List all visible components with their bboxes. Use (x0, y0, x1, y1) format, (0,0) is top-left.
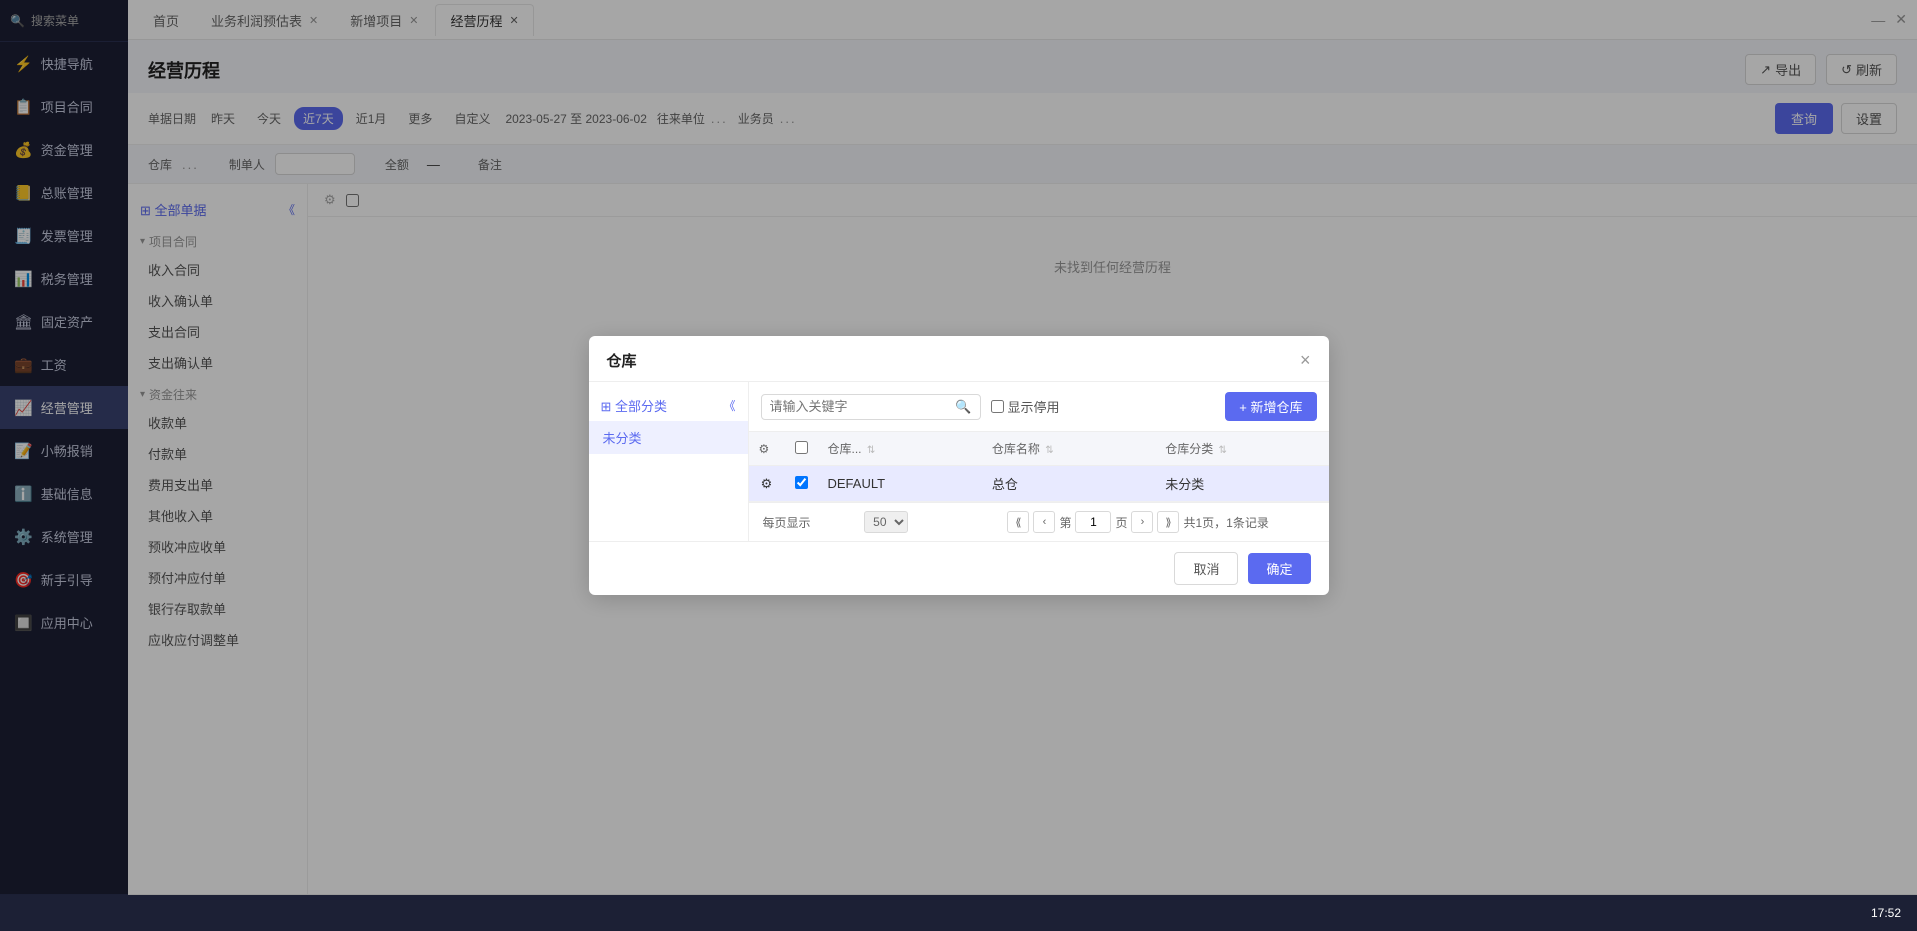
modal-prev-page[interactable]: ‹ (1033, 511, 1055, 533)
modal-close-button[interactable]: × (1300, 350, 1311, 371)
modal-last-page[interactable]: ⟫ (1157, 511, 1179, 533)
modal-page-input[interactable] (1075, 511, 1111, 533)
modal-next-page[interactable]: › (1131, 511, 1153, 533)
modal-per-page-label: 每页显示 (763, 514, 811, 531)
modal-page-label: 第 (1059, 514, 1071, 531)
modal-overlay: 仓库 × ⊞ 全部分类 《 未分类 (0, 0, 1917, 931)
modal-left-header[interactable]: ⊞ 全部分类 《 (589, 390, 748, 421)
col-checkbox-header (785, 432, 818, 466)
warehouse-modal: 仓库 × ⊞ 全部分类 《 未分类 (589, 336, 1329, 595)
sort-icon-name[interactable]: ⇅ (1045, 445, 1053, 456)
modal-page-suffix: 页 (1115, 514, 1127, 531)
modal-search-icon: 🔍 (955, 399, 971, 415)
settings-icon-th: ⚙ (759, 442, 770, 456)
modal-search-bar: 🔍 显示停用 + 新增仓库 (749, 382, 1329, 432)
row-settings-0[interactable]: ⚙ (749, 466, 785, 502)
row-settings-icon-0: ⚙ (761, 476, 773, 491)
row-check-0[interactable] (795, 476, 808, 489)
modal-footer: 取消 确定 (589, 541, 1329, 595)
modal-uncategorized-item[interactable]: 未分类 (589, 421, 748, 454)
row-name-0: 总仓 (982, 466, 1155, 502)
sort-icon-code[interactable]: ⇅ (867, 445, 875, 456)
modal-first-page[interactable]: ⟪ (1007, 511, 1029, 533)
modal-search-container: 🔍 (761, 394, 981, 420)
modal-page-size-select[interactable]: 50 (864, 511, 908, 533)
modal-search-input[interactable] (770, 399, 952, 414)
modal-total-label: 共1页，1条记录 (1183, 514, 1268, 531)
modal-footer-bar: 每页显示 50 ⟪ ‹ 第 页 › ⟫ 共1页，1条记录 (749, 502, 1329, 541)
row-category-0: 未分类 (1155, 466, 1328, 502)
row-code-0: DEFAULT (818, 466, 982, 502)
sort-icon-category[interactable]: ⇅ (1219, 445, 1227, 456)
modal-table: ⚙ 仓库... ⇅ 仓库名称 (749, 432, 1329, 502)
modal-pager: ⟪ ‹ 第 页 › ⟫ 共1页，1条记录 (1007, 511, 1268, 533)
grid-icon-modal: ⊞ (601, 399, 612, 414)
taskbar: 17:52 (0, 895, 1917, 931)
modal-left-panel: ⊞ 全部分类 《 未分类 (589, 382, 749, 541)
show-disabled-label: 显示停用 (1008, 397, 1060, 416)
cancel-button[interactable]: 取消 (1174, 552, 1238, 585)
modal-collapse-icon[interactable]: 《 (723, 397, 735, 414)
modal-header: 仓库 × (589, 336, 1329, 382)
table-select-all[interactable] (795, 441, 808, 454)
add-warehouse-button[interactable]: + 新增仓库 (1225, 392, 1316, 421)
all-category-label: ⊞ 全部分类 (601, 396, 668, 415)
modal-table-body: ⚙ DEFAULT 总仓 未分类 (749, 466, 1329, 502)
col-settings-header[interactable]: ⚙ (749, 432, 785, 466)
modal-body: ⊞ 全部分类 《 未分类 🔍 显示停用 (589, 382, 1329, 541)
modal-title: 仓库 (607, 350, 637, 371)
row-checkbox-0[interactable] (785, 466, 818, 502)
modal-table-row[interactable]: ⚙ DEFAULT 总仓 未分类 (749, 466, 1329, 502)
modal-right-panel: 🔍 显示停用 + 新增仓库 ⚙ (749, 382, 1329, 541)
show-disabled-checkbox-label[interactable]: 显示停用 (991, 397, 1060, 416)
show-disabled-checkbox[interactable] (991, 400, 1004, 413)
taskbar-time: 17:52 (1871, 906, 1901, 920)
col-category-header[interactable]: 仓库分类 ⇅ (1155, 432, 1328, 466)
col-code-header[interactable]: 仓库... ⇅ (818, 432, 982, 466)
col-name-header[interactable]: 仓库名称 ⇅ (982, 432, 1155, 466)
confirm-button[interactable]: 确定 (1248, 553, 1310, 584)
